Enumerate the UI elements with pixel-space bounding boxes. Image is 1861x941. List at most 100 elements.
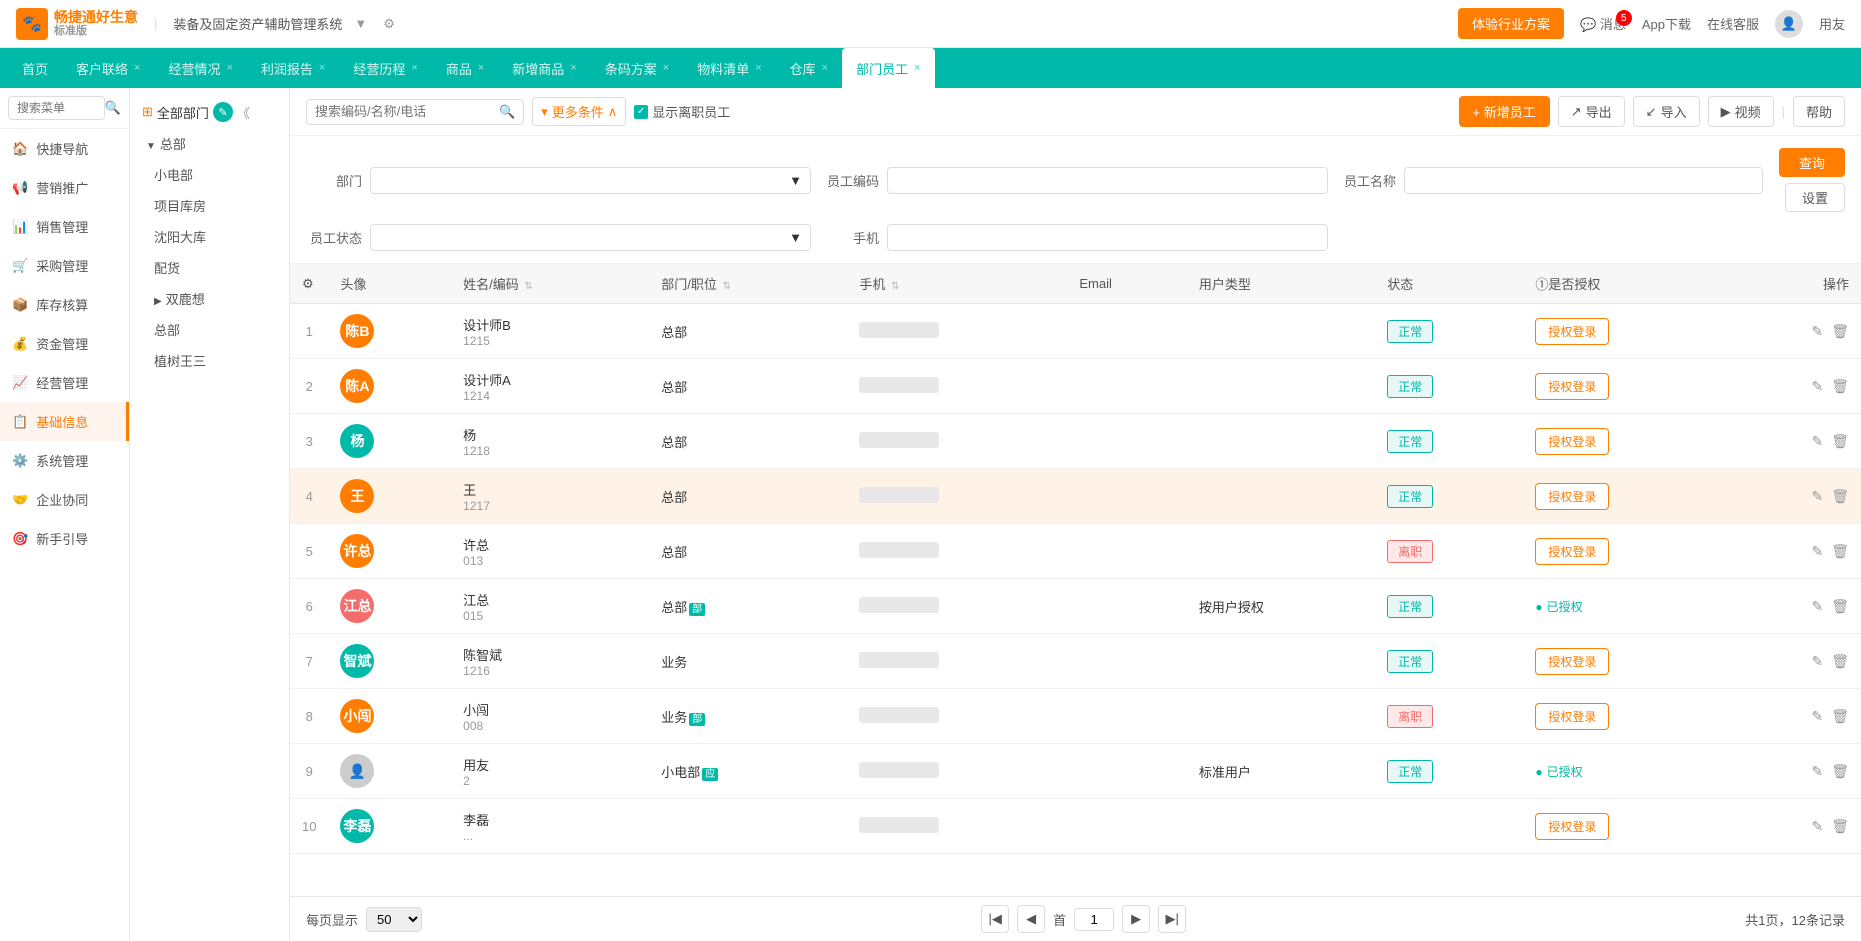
tab-warehouse[interactable]: 仓库 × — [776, 48, 842, 88]
show-dismissed-wrap[interactable]: ✓ 显示离职员工 — [634, 102, 730, 121]
auth-button[interactable]: 授权登录 — [1535, 428, 1609, 455]
phone-input[interactable] — [887, 224, 1328, 251]
edit-icon[interactable]: ✎ — [1811, 708, 1823, 725]
tab-goods[interactable]: 商品 × — [432, 48, 498, 88]
edit-icon[interactable]: ✎ — [1811, 763, 1823, 780]
delete-icon[interactable]: 🗑 — [1831, 543, 1849, 560]
tab-profit[interactable]: 利润报告 × — [247, 48, 339, 88]
tab-history[interactable]: 经营历程 × — [339, 48, 431, 88]
col-name[interactable]: 姓名/编码 ⇅ — [451, 264, 649, 304]
emp-code-input[interactable] — [887, 167, 1328, 194]
prev-page-button[interactable]: ◀ — [1017, 905, 1045, 933]
tab-close-icon[interactable]: × — [411, 62, 417, 74]
delete-icon[interactable]: 🗑 — [1831, 323, 1849, 340]
add-employee-button[interactable]: + 新增员工 — [1459, 96, 1550, 127]
dept-item-headquarters[interactable]: ▼总部 — [130, 128, 289, 159]
edit-icon[interactable]: ✎ — [1811, 323, 1823, 340]
sidebar-item-collab[interactable]: 🤝 企业协同 — [0, 480, 129, 519]
message-badge[interactable]: 💬 消息 5 — [1580, 14, 1626, 33]
delete-icon[interactable]: 🗑 — [1831, 818, 1849, 835]
col-dept[interactable]: 部门/职位 ⇅ — [649, 264, 847, 304]
dept-filter-select[interactable]: ▼ — [370, 167, 811, 194]
sidebar-item-basic[interactable]: 📋 基础信息 — [0, 402, 129, 441]
sidebar-item-inventory[interactable]: 📦 库存核算 — [0, 285, 129, 324]
tab-close-icon[interactable]: × — [134, 62, 140, 74]
delete-icon[interactable]: 🗑 — [1831, 488, 1849, 505]
sidebar-item-purchase[interactable]: 🛒 采购管理 — [0, 246, 129, 285]
delete-icon[interactable]: 🗑 — [1831, 653, 1849, 670]
tab-home[interactable]: 首页 — [8, 48, 62, 88]
edit-icon[interactable]: ✎ — [1811, 378, 1823, 395]
dept-item-distribution[interactable]: 配货 — [130, 252, 289, 283]
tab-operation[interactable]: 经营情况 × — [154, 48, 246, 88]
auth-button[interactable]: 授权登录 — [1535, 648, 1609, 675]
tab-close-icon[interactable]: × — [478, 62, 484, 74]
user-avatar[interactable]: 👤 — [1775, 10, 1803, 38]
tab-close-icon[interactable]: × — [663, 62, 669, 74]
settings-gear-icon[interactable]: ⚙ — [302, 276, 314, 291]
import-button[interactable]: ↙ 导入 — [1633, 96, 1700, 127]
export-button[interactable]: ↗ 导出 — [1558, 96, 1625, 127]
auth-button[interactable]: 授权登录 — [1535, 813, 1609, 840]
first-page-button[interactable]: |◀ — [981, 905, 1009, 933]
dept-collapse-icon[interactable]: 《 — [237, 103, 250, 122]
sidebar-item-nav[interactable]: 🏠 快捷导航 — [0, 129, 129, 168]
online-service-link[interactable]: 在线客服 — [1707, 14, 1759, 33]
reset-button[interactable]: 设置 — [1785, 183, 1845, 212]
sidebar-item-system[interactable]: ⚙️ 系统管理 — [0, 441, 129, 480]
tab-close-icon[interactable]: × — [755, 62, 761, 74]
tab-close-icon[interactable]: × — [319, 62, 325, 74]
delete-icon[interactable]: 🗑 — [1831, 378, 1849, 395]
page-number-input[interactable] — [1074, 908, 1114, 931]
tab-barcode[interactable]: 条码方案 × — [591, 48, 683, 88]
auth-button[interactable]: 授权登录 — [1535, 483, 1609, 510]
settings-icon[interactable]: ⚙ — [383, 16, 395, 32]
edit-icon[interactable]: ✎ — [1811, 598, 1823, 615]
tab-close-icon[interactable]: × — [570, 62, 576, 74]
dropdown-arrow-icon[interactable]: ▼ — [354, 16, 367, 31]
dismissed-checkbox[interactable]: ✓ — [634, 105, 648, 119]
dept-item-hq[interactable]: 总部 — [130, 314, 289, 345]
delete-icon[interactable]: 🗑 — [1831, 433, 1849, 450]
sidebar-search-input[interactable] — [8, 96, 105, 120]
delete-icon[interactable]: 🗑 — [1831, 708, 1849, 725]
dept-item-zhushu[interactable]: 植树王三 — [130, 345, 289, 376]
trial-button[interactable]: 体验行业方案 — [1458, 8, 1564, 39]
tab-close-icon[interactable]: × — [226, 62, 232, 74]
col-phone[interactable]: 手机 ⇅ — [847, 264, 1067, 304]
dept-item-shenyang[interactable]: 沈阳大库 — [130, 221, 289, 252]
last-page-button[interactable]: ▶| — [1158, 905, 1186, 933]
next-page-button[interactable]: ▶ — [1122, 905, 1150, 933]
auth-button[interactable]: 授权登录 — [1535, 318, 1609, 345]
tab-employees[interactable]: 部门员工 × — [842, 48, 934, 88]
tab-customer[interactable]: 客户联络 × — [62, 48, 154, 88]
sidebar-item-operation[interactable]: 📈 经营管理 — [0, 363, 129, 402]
auth-button[interactable]: 授权登录 — [1535, 538, 1609, 565]
help-button[interactable]: 帮助 — [1793, 96, 1845, 127]
search-button[interactable]: 查询 — [1779, 148, 1845, 177]
auth-button[interactable]: 授权登录 — [1535, 373, 1609, 400]
view-button[interactable]: ▶ 视频 — [1708, 96, 1774, 127]
tab-close-icon[interactable]: × — [822, 62, 828, 74]
edit-icon[interactable]: ✎ — [1811, 433, 1823, 450]
edit-icon[interactable]: ✎ — [1811, 488, 1823, 505]
edit-icon[interactable]: ✎ — [1811, 653, 1823, 670]
more-filter-btn[interactable]: ▾ 更多条件 ∧ — [532, 97, 626, 126]
dept-edit-icon[interactable]: ✎ — [213, 102, 233, 122]
delete-icon[interactable]: 🗑 — [1831, 763, 1849, 780]
sidebar-item-guide[interactable]: 🎯 新手引导 — [0, 519, 129, 558]
sidebar-item-finance[interactable]: 💰 资金管理 — [0, 324, 129, 363]
tab-close-icon[interactable]: × — [914, 62, 920, 74]
edit-icon[interactable]: ✎ — [1811, 543, 1823, 560]
tab-bom[interactable]: 物料清单 × — [683, 48, 775, 88]
dept-item-project-warehouse[interactable]: 项目库房 — [130, 190, 289, 221]
sidebar-item-marketing[interactable]: 📢 营销推广 — [0, 168, 129, 207]
col-settings[interactable]: ⚙ — [290, 264, 328, 304]
search-input[interactable] — [315, 104, 495, 119]
emp-status-select[interactable]: ▼ — [370, 224, 811, 251]
delete-icon[interactable]: 🗑 — [1831, 598, 1849, 615]
sidebar-item-sales[interactable]: 📊 销售管理 — [0, 207, 129, 246]
dept-item-small-electric[interactable]: 小电部 — [130, 159, 289, 190]
emp-name-input[interactable] — [1404, 167, 1763, 194]
dept-item-shuanglu[interactable]: ▶双鹿想 — [130, 283, 289, 314]
